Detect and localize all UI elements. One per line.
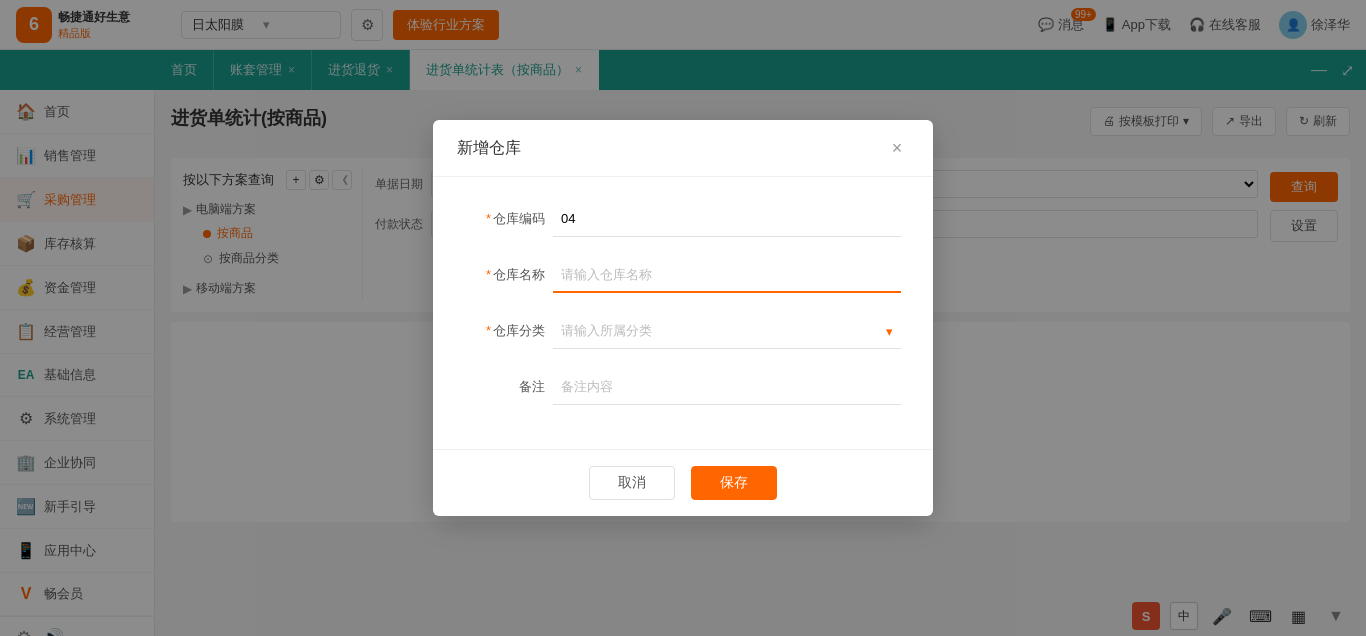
remark-input[interactable] bbox=[553, 369, 901, 405]
name-input[interactable] bbox=[553, 257, 901, 293]
code-label: 仓库编码 bbox=[465, 210, 545, 228]
code-input[interactable] bbox=[553, 201, 901, 237]
category-select[interactable]: 请输入所属分类 bbox=[553, 313, 901, 349]
modal-close-button[interactable]: × bbox=[885, 136, 909, 160]
category-label: 仓库分类 bbox=[465, 322, 545, 340]
cancel-button[interactable]: 取消 bbox=[589, 466, 675, 500]
modal-title: 新增仓库 bbox=[457, 138, 521, 159]
modal-footer: 取消 保存 bbox=[433, 449, 933, 516]
form-row-name: 仓库名称 bbox=[465, 257, 901, 293]
modal-body: 仓库编码 仓库名称 仓库分类 请输入所属分类 ▾ 备注 bbox=[433, 177, 933, 449]
modal-header: 新增仓库 × bbox=[433, 120, 933, 177]
form-row-category: 仓库分类 请输入所属分类 ▾ bbox=[465, 313, 901, 349]
form-row-remark: 备注 bbox=[465, 369, 901, 405]
name-label: 仓库名称 bbox=[465, 266, 545, 284]
form-row-code: 仓库编码 bbox=[465, 201, 901, 237]
modal-overlay: 新增仓库 × 仓库编码 仓库名称 仓库分类 请输入所属分类 ▾ bbox=[0, 0, 1366, 636]
save-button[interactable]: 保存 bbox=[691, 466, 777, 500]
add-warehouse-modal: 新增仓库 × 仓库编码 仓库名称 仓库分类 请输入所属分类 ▾ bbox=[433, 120, 933, 516]
category-select-wrapper: 请输入所属分类 ▾ bbox=[553, 313, 901, 349]
remark-label: 备注 bbox=[465, 378, 545, 396]
